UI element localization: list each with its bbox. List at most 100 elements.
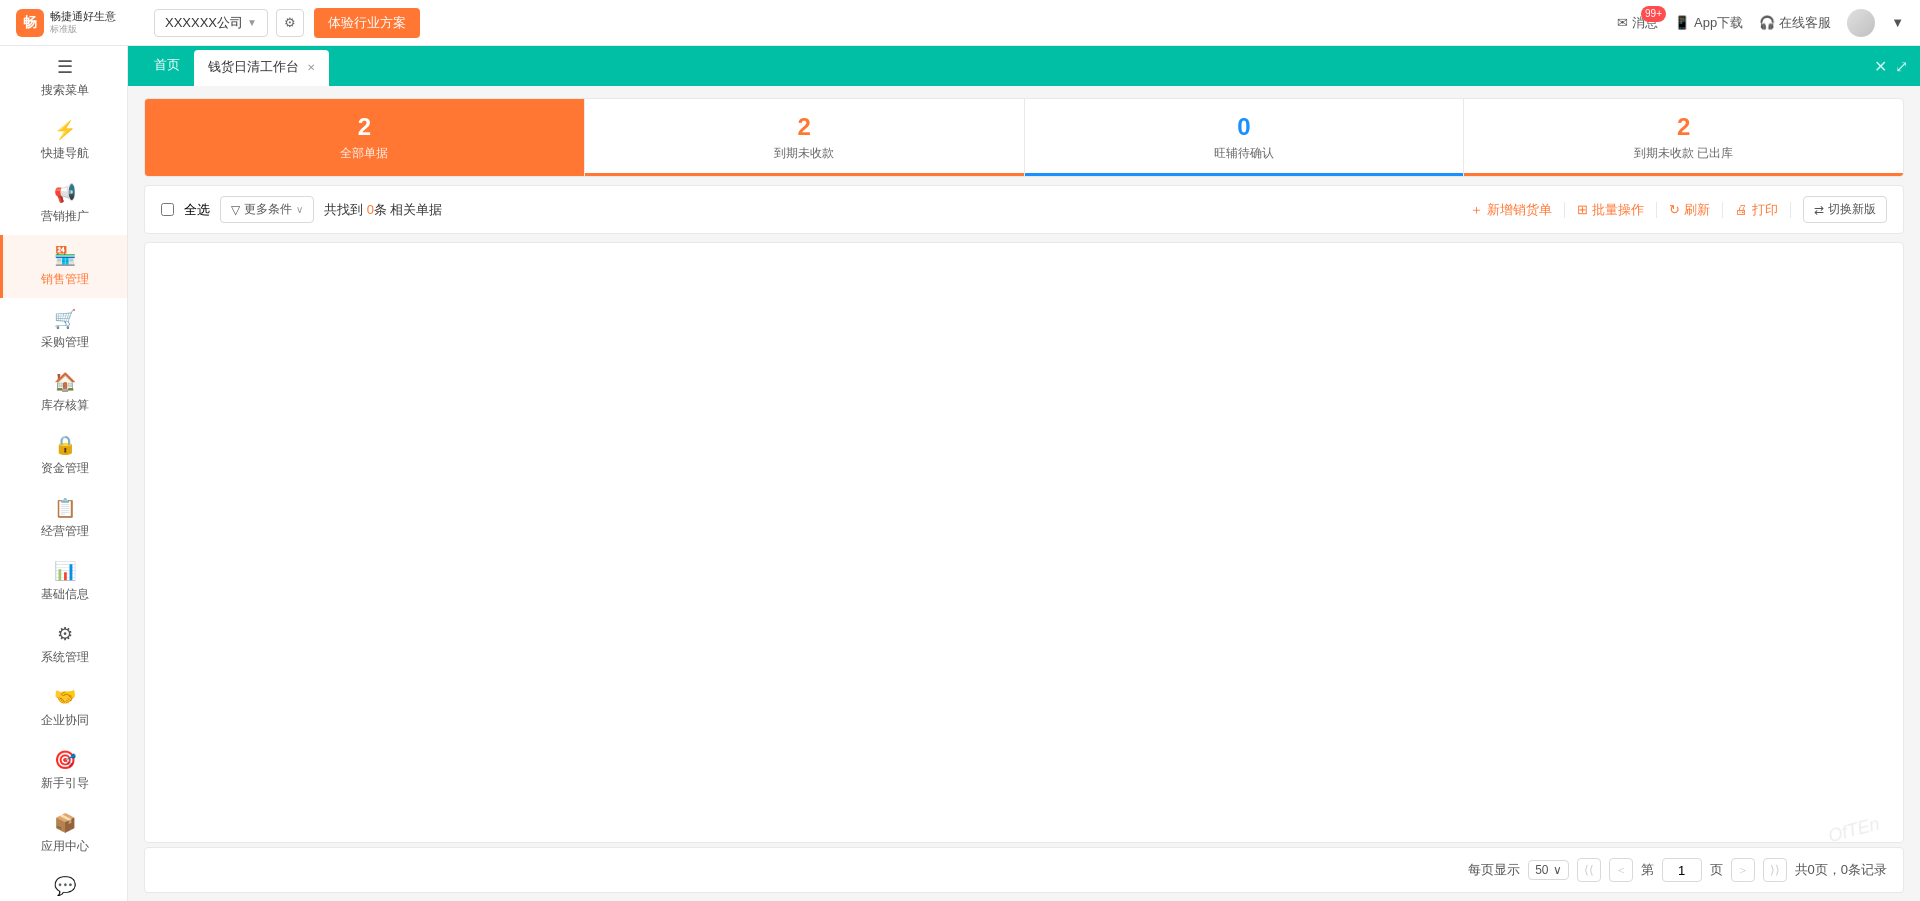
message-icon: ✉ <box>1617 15 1628 30</box>
count-number: 0 <box>367 202 374 217</box>
switch-icon: ⇄ <box>1814 203 1824 217</box>
stat-underline-out <box>1464 173 1903 176</box>
stat-num-overdue: 2 <box>797 113 810 141</box>
inventory-icon: 🏠 <box>54 371 76 393</box>
tab-minimize-button[interactable]: ✕ <box>1874 57 1887 76</box>
avatar[interactable] <box>1847 9 1875 37</box>
filter-icon: ▽ <box>231 203 240 217</box>
last-page-button[interactable]: ⟩⟩ <box>1763 858 1787 882</box>
sidebar-item-system[interactable]: ⚙ 系统管理 <box>0 613 127 676</box>
sidebar-item-wecom[interactable]: 💬 企业微信 <box>0 865 127 901</box>
inventory-label: 库存核算 <box>41 397 89 414</box>
refresh-icon: ↻ <box>1669 202 1680 217</box>
tab-home-label: 首页 <box>154 56 180 74</box>
next-page-button[interactable]: ＞ <box>1731 858 1755 882</box>
basic-icon: 📊 <box>54 560 76 582</box>
purchase-icon: 🛒 <box>54 308 76 330</box>
wecom-icon: 💬 <box>54 875 76 897</box>
stat-underline-wangwang <box>1025 173 1464 176</box>
stat-label-all: 全部单据 <box>340 145 388 162</box>
page-number-input[interactable] <box>1662 858 1702 882</box>
refresh-button[interactable]: ↻ 刷新 <box>1669 201 1710 219</box>
trial-button[interactable]: 体验行业方案 <box>314 8 420 38</box>
print-button[interactable]: 🖨 打印 <box>1735 201 1778 219</box>
batch-button[interactable]: ⊞ 批量操作 <box>1577 201 1644 219</box>
company-dropdown-arrow: ▼ <box>247 17 257 28</box>
per-page-select[interactable]: 50 ∨ <box>1528 860 1568 880</box>
page-label: 第 <box>1641 861 1654 879</box>
purchase-label: 采购管理 <box>41 334 89 351</box>
logo-area: 畅 畅捷通好生意 标准版 <box>16 9 144 37</box>
message-badge: 99+ <box>1641 6 1666 22</box>
sales-icon: 🏪 <box>54 245 76 267</box>
top-right-area: ✉ 消息 99+ 📱 App下载 🎧 在线客服 ▼ <box>1617 9 1904 37</box>
quick-nav-label: 快捷导航 <box>41 145 89 162</box>
sidebar-item-guide[interactable]: 🎯 新手引导 <box>0 739 127 802</box>
online-service-button[interactable]: 🎧 在线客服 <box>1759 14 1831 32</box>
basic-label: 基础信息 <box>41 586 89 603</box>
app-download-button[interactable]: 📱 App下载 <box>1674 14 1743 32</box>
switch-version-button[interactable]: ⇄ 切换新版 <box>1803 196 1887 223</box>
online-service-label: 在线客服 <box>1779 14 1831 32</box>
sidebar-item-enterprise[interactable]: 🤝 企业协同 <box>0 676 127 739</box>
stat-card-out[interactable]: 2 到期未收款 已出库 <box>1464 99 1903 176</box>
per-page-value: 50 <box>1535 863 1548 877</box>
per-page-arrow: ∨ <box>1553 863 1562 877</box>
search-menu-label: 搜索菜单 <box>41 82 89 99</box>
filter-button[interactable]: ▽ 更多条件 ∨ <box>220 196 314 223</box>
sidebar-item-marketing[interactable]: 📢 营销推广 <box>0 172 127 235</box>
sidebar-item-quick-nav[interactable]: ⚡ 快捷导航 <box>0 109 127 172</box>
total-label: 共0页，0条记录 <box>1795 861 1887 879</box>
marketing-label: 营销推广 <box>41 208 89 225</box>
sidebar-item-inventory[interactable]: 🏠 库存核算 <box>0 361 127 424</box>
sidebar-item-sales[interactable]: 🏪 销售管理 <box>0 235 127 298</box>
sidebar-item-operations[interactable]: 📋 经营管理 <box>0 487 127 550</box>
tab-work-label: 钱货日清工作台 <box>208 58 299 76</box>
add-button[interactable]: ＋ 新增销货单 <box>1470 201 1552 219</box>
user-name[interactable]: ▼ <box>1891 15 1904 30</box>
tab-work[interactable]: 钱货日清工作台 ✕ <box>194 50 329 86</box>
stat-num-wangwang: 0 <box>1237 113 1250 141</box>
first-page-button[interactable]: ⟨⟨ <box>1577 858 1601 882</box>
quick-nav-icon: ⚡ <box>54 119 76 141</box>
stat-card-all[interactable]: 2 全部单据 <box>145 99 585 176</box>
sidebar-item-purchase[interactable]: 🛒 采购管理 <box>0 298 127 361</box>
system-label: 系统管理 <box>41 649 89 666</box>
add-label: 新增销货单 <box>1487 201 1552 219</box>
stat-underline-overdue <box>585 173 1024 176</box>
sidebar-item-basic[interactable]: 📊 基础信息 <box>0 550 127 613</box>
top-bar: 畅 畅捷通好生意 标准版 XXXXXX公司 ▼ ⚙ 体验行业方案 ✉ 消息 99… <box>0 0 1920 46</box>
sidebar-item-app-center[interactable]: 📦 应用中心 <box>0 802 127 865</box>
tab-expand-button[interactable]: ⤢ <box>1895 57 1908 76</box>
sidebar-item-search-menu[interactable]: ☰ 搜索菜单 <box>0 46 127 109</box>
table-area <box>144 242 1904 843</box>
marketing-icon: 📢 <box>54 182 76 204</box>
print-label: 打印 <box>1752 201 1778 219</box>
operations-label: 经营管理 <box>41 523 89 540</box>
service-icon: 🎧 <box>1759 15 1775 30</box>
gear-icon: ⚙ <box>284 15 296 30</box>
prev-page-button[interactable]: ＜ <box>1609 858 1633 882</box>
guide-icon: 🎯 <box>54 749 76 771</box>
message-button[interactable]: ✉ 消息 99+ <box>1617 14 1658 32</box>
stat-num-all: 2 <box>358 113 371 141</box>
app-download-icon: 📱 <box>1674 15 1690 30</box>
company-selector[interactable]: XXXXXX公司 ▼ <box>154 9 268 37</box>
search-menu-icon: ☰ <box>57 56 73 78</box>
switch-label: 切换新版 <box>1828 201 1876 218</box>
select-all-label: 全选 <box>184 201 210 219</box>
app-center-icon: 📦 <box>54 812 76 834</box>
settings-button[interactable]: ⚙ <box>276 9 304 37</box>
select-all-checkbox[interactable] <box>161 203 174 216</box>
app-center-label: 应用中心 <box>41 838 89 855</box>
operations-icon: 📋 <box>54 497 76 519</box>
tab-bar: 首页 钱货日清工作台 ✕ ✕ ⤢ <box>128 46 1920 86</box>
tab-close-button[interactable]: ✕ <box>307 62 315 73</box>
sidebar-item-finance[interactable]: 🔒 资金管理 <box>0 424 127 487</box>
stat-card-overdue[interactable]: 2 到期未收款 <box>585 99 1025 176</box>
add-icon: ＋ <box>1470 201 1483 219</box>
logo-subtitle: 标准版 <box>50 23 116 36</box>
stat-card-wangwang[interactable]: 0 旺辅待确认 <box>1025 99 1465 176</box>
batch-label: 批量操作 <box>1592 201 1644 219</box>
tab-home[interactable]: 首页 <box>140 46 194 86</box>
